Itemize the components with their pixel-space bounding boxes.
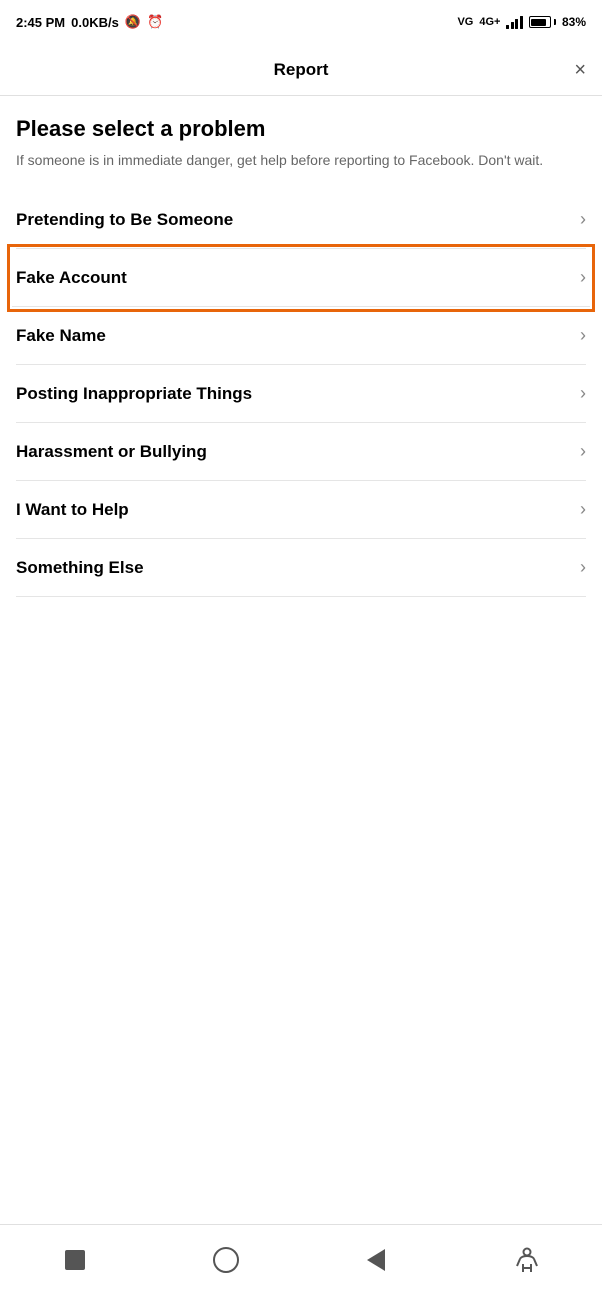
chevron-icon-harassment: › xyxy=(580,441,586,462)
chevron-icon-pretending: › xyxy=(580,209,586,230)
menu-item-fake-name[interactable]: Fake Name › xyxy=(16,307,586,365)
content-area: Please select a problem If someone is in… xyxy=(0,96,602,597)
chevron-icon-fake-name: › xyxy=(580,325,586,346)
nav-back-icon[interactable] xyxy=(356,1240,396,1280)
status-time: 2:45 PM xyxy=(16,15,65,30)
status-carrier: VG xyxy=(457,16,473,28)
menu-item-harassment[interactable]: Harassment or Bullying › xyxy=(16,423,586,481)
status-network: 0.0KB/s xyxy=(71,15,119,30)
chevron-icon-posting-inappropriate: › xyxy=(580,383,586,404)
report-header: Report × xyxy=(0,44,602,96)
menu-list: Pretending to Be Someone›Fake Account›Fa… xyxy=(16,191,586,597)
menu-item-label-something-else: Something Else xyxy=(16,558,144,578)
battery-percent: 83% xyxy=(562,15,586,29)
close-button[interactable]: × xyxy=(574,60,586,80)
nav-accessibility-icon[interactable] xyxy=(507,1240,547,1280)
menu-item-label-fake-name: Fake Name xyxy=(16,326,106,346)
nav-bar xyxy=(0,1224,602,1304)
nav-square-icon[interactable] xyxy=(55,1240,95,1280)
menu-item-something-else[interactable]: Something Else › xyxy=(16,539,586,597)
menu-item-label-i-want-to-help: I Want to Help xyxy=(16,500,129,520)
menu-item-posting-inappropriate[interactable]: Posting Inappropriate Things › xyxy=(16,365,586,423)
menu-item-label-fake-account: Fake Account xyxy=(16,268,127,288)
status-network-type: 4G+ xyxy=(479,16,500,28)
battery-icon xyxy=(529,16,556,28)
menu-item-i-want-to-help[interactable]: I Want to Help › xyxy=(16,481,586,539)
chevron-icon-something-else: › xyxy=(580,557,586,578)
page-subtitle: If someone is in immediate danger, get h… xyxy=(16,150,586,171)
nav-home-icon[interactable] xyxy=(206,1240,246,1280)
header-title: Report xyxy=(274,60,329,80)
chevron-icon-i-want-to-help: › xyxy=(580,499,586,520)
page-title: Please select a problem xyxy=(16,116,586,142)
signal-bars xyxy=(506,15,523,29)
status-left: 2:45 PM 0.0KB/s 🔕 ⏰ xyxy=(16,14,163,30)
status-bar: 2:45 PM 0.0KB/s 🔕 ⏰ VG 4G+ 83% xyxy=(0,0,602,44)
status-alarm-icon: ⏰ xyxy=(147,14,163,30)
menu-item-label-pretending: Pretending to Be Someone xyxy=(16,210,233,230)
menu-item-pretending[interactable]: Pretending to Be Someone › xyxy=(16,191,586,249)
menu-item-fake-account[interactable]: Fake Account › xyxy=(12,249,590,307)
status-right: VG 4G+ 83% xyxy=(457,15,586,29)
chevron-icon-fake-account: › xyxy=(580,267,586,288)
menu-item-label-posting-inappropriate: Posting Inappropriate Things xyxy=(16,384,252,404)
status-mute-icon: 🔕 xyxy=(125,14,141,30)
menu-item-label-harassment: Harassment or Bullying xyxy=(16,442,207,462)
